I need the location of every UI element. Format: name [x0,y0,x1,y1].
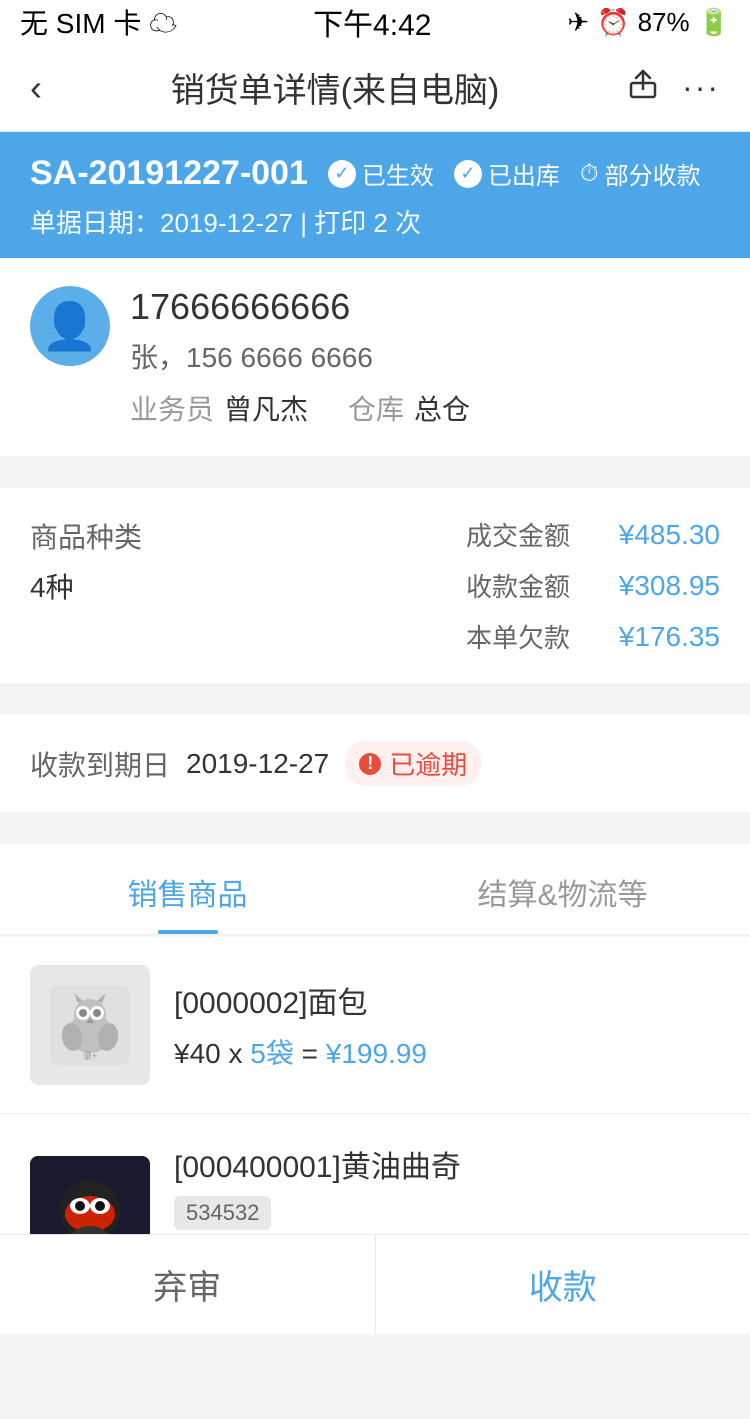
received-label: 收款金额 [466,567,570,604]
product-unit-price-1: ¥40 [174,1038,221,1069]
page-title: 销货单详情(来自电脑) [171,63,500,112]
salesperson-label: 业务员 [130,388,214,428]
product-qty-1: 5袋 [250,1038,294,1069]
sim-status: 无 SIM 卡 ☁ [20,2,177,42]
location-icon: ✈ [567,7,589,38]
stats-section: 商品种类 4种 成交金额 ¥485.30 收款金额 ¥308.95 本单欠款 ¥… [0,488,750,683]
due-date: 2019-12-27 [186,748,329,780]
debt-label: 本单欠款 [466,618,570,655]
status-effected-label: 已生效 [362,156,434,191]
stats-left: 商品种类 4种 [30,516,142,606]
status-bar: 无 SIM 卡 ☁ 下午4:42 ✈ ⏰ 87% 🔋 [0,0,750,44]
product-image-1: 录+ [30,965,150,1085]
status-delivered: ✓ 已出库 [454,156,560,191]
status-left: 无 SIM 卡 ☁ [20,2,177,42]
customer-section: 👤 17666666666 张，156 6666 6666 业务员 曾凡杰 仓库… [0,258,750,456]
debt-amount-row: 本单欠款 ¥176.35 [466,618,720,655]
deal-amount-row: 成交金额 ¥485.30 [466,516,720,553]
order-id: SA-20191227-001 [30,154,308,193]
banner-status-row: SA-20191227-001 ✓ 已生效 ✓ 已出库 ⏱ 部分收款 [30,154,720,193]
product-total-1: ¥199.99 [326,1038,427,1069]
product-price-1: ¥40 x 5袋 = ¥199.99 [174,1032,720,1072]
separator-3 [0,812,750,828]
product-item-1: 录+ [0000002]面包 ¥40 x 5袋 = ¥199.99 [0,937,750,1114]
debt-value: ¥176.35 [590,621,720,653]
customer-id: 17666666666 [130,286,720,328]
share-icon[interactable] [628,69,658,107]
product-multiply-1: x [229,1038,251,1069]
deal-label: 成交金额 [466,516,570,553]
warehouse-meta: 仓库 总仓 [348,388,470,428]
salesperson-meta: 业务员 曾凡杰 [130,388,308,428]
product-info-1: [0000002]面包 ¥40 x 5袋 = ¥199.99 [174,978,720,1072]
salesperson-value: 曾凡杰 [224,388,308,428]
deal-value: ¥485.30 [590,519,720,551]
status-time: 下午4:42 [313,0,431,44]
due-label: 收款到期日 [30,744,170,784]
order-header-banner: SA-20191227-001 ✓ 已生效 ✓ 已出库 ⏱ 部分收款 单据日期：… [0,132,750,258]
separator-1 [0,456,750,472]
tab-settlement[interactable]: 结算&物流等 [375,844,750,934]
received-amount-row: 收款金额 ¥308.95 [466,567,720,604]
due-section: 收款到期日 2019-12-27 ! 已逾期 [0,715,750,812]
product-name-1: [0000002]面包 [174,978,720,1022]
status-right: ✈ ⏰ 87% 🔋 [567,7,730,38]
status-partial-label: 部分收款 [605,156,701,191]
type-count: 4种 [30,566,142,606]
customer-meta: 业务员 曾凡杰 仓库 总仓 [130,388,720,428]
overdue-text: 已逾期 [389,745,467,782]
product-tag-2: 534532 [174,1196,271,1230]
product-equal-1: = [302,1038,326,1069]
user-icon: 👤 [41,299,98,354]
received-value: ¥308.95 [590,570,720,602]
stats-right: 成交金额 ¥485.30 收款金额 ¥308.95 本单欠款 ¥176.35 [466,516,720,655]
status-partial: ⏱ 部分收款 [580,156,701,191]
bottom-spacer [0,1319,750,1419]
warehouse-value: 总仓 [414,388,470,428]
tabs-section: 销售商品 结算&物流等 [0,844,750,935]
confirm-button[interactable]: 收款 [376,1235,750,1334]
back-button[interactable]: ‹ [30,67,42,109]
nav-right-actions: ··· [628,69,720,107]
order-date-row: 单据日期：2019-12-27 | 打印 2 次 [30,203,720,240]
check-icon-1: ✓ [328,160,356,188]
overdue-badge: ! 已逾期 [345,741,481,786]
alarm-icon: ⏰ [597,7,629,38]
status-delivered-label: 已出库 [488,156,560,191]
cancel-button[interactable]: 弃审 [0,1235,376,1334]
nav-bar: ‹ 销货单详情(来自电脑) ··· [0,44,750,132]
more-button[interactable]: ··· [682,69,720,106]
svg-text:录+: 录+ [83,1051,97,1061]
customer-info: 17666666666 张，156 6666 6666 业务员 曾凡杰 仓库 总… [130,286,720,428]
warehouse-label: 仓库 [348,388,404,428]
product-name-2: [000400001]黄油曲奇 [174,1142,720,1186]
separator-2 [0,683,750,699]
tab-sales-products[interactable]: 销售商品 [0,844,375,934]
type-label: 商品种类 [30,516,142,556]
customer-name-phone: 张，156 6666 6666 [130,336,720,376]
bottom-bar: 弃审 收款 [0,1234,750,1334]
status-effected: ✓ 已生效 [328,156,434,191]
check-icon-2: ✓ [454,160,482,188]
battery-text: 87% [638,7,690,38]
battery-icon: 🔋 [698,7,730,38]
avatar: 👤 [30,286,110,366]
overdue-icon: ! [359,753,381,775]
